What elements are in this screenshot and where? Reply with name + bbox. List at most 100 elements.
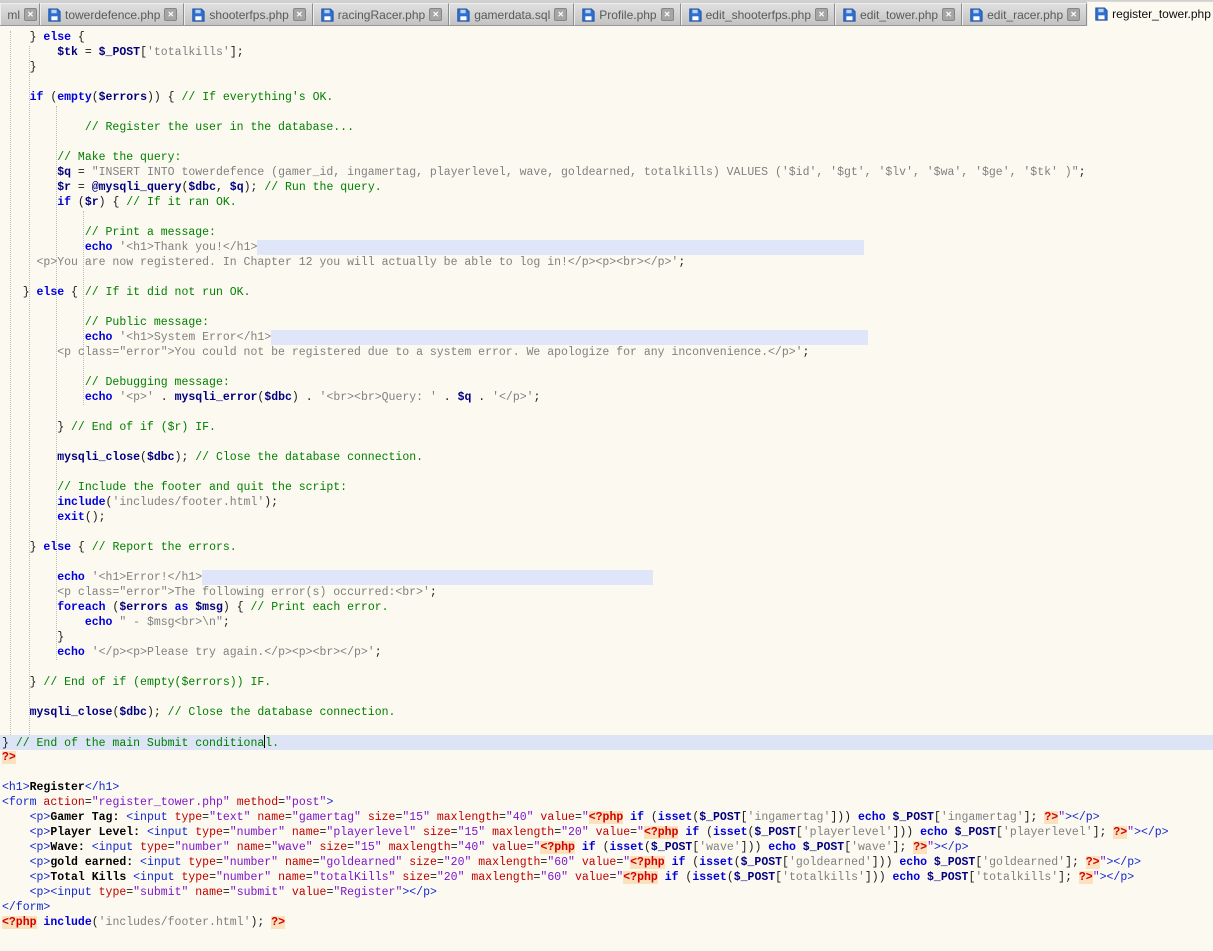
code-line[interactable]: <h1>Register</h1> [2,780,1213,795]
code-token: = [630,826,638,839]
code-line[interactable]: mysqli_close($dbc); // Close the databas… [2,450,1213,465]
tab-shooterfps-php[interactable]: shooterfps.php ✕ [184,3,313,25]
code-line[interactable] [2,300,1213,315]
code-line[interactable]: } // End of if (empty($errors)) IF. [2,675,1213,690]
tab-profile-php[interactable]: Profile.php ✕ [574,3,681,25]
code-line[interactable]: include('includes/footer.html'); [2,495,1213,510]
code-line[interactable]: </form> [2,900,1213,915]
code-token: " [581,811,589,824]
eol-highlight [202,570,653,585]
code-token: "submit" [229,886,286,899]
code-line[interactable]: if ($r) { // If it ran OK. [2,195,1213,210]
code-line[interactable]: // Public message: [2,315,1213,330]
close-icon[interactable]: ✕ [942,8,956,21]
code-line[interactable]: } // End of the main Submit conditional. [0,735,1213,750]
code-line[interactable] [2,270,1213,285]
code-token: = [436,856,444,869]
code-line[interactable]: <p>You are now registered. In Chapter 12… [2,255,1213,270]
close-icon[interactable]: ✕ [1067,8,1081,21]
close-icon[interactable]: ✕ [292,8,306,21]
code-token: @mysqli_query [91,181,182,194]
code-line[interactable]: <p>Gamer Tag: <input type="text" name="g… [2,810,1213,825]
code-line[interactable]: } [2,60,1213,75]
tab-racingracer-php[interactable]: racingRacer.php ✕ [312,3,450,25]
code-line[interactable] [2,765,1213,780]
code-line[interactable]: // Debugging message: [2,375,1213,390]
code-line[interactable] [2,405,1213,420]
code-line[interactable] [2,210,1213,225]
code-line[interactable]: } else { // Report the errors. [2,540,1213,555]
code-editor[interactable]: } else { $tk = $_POST['totalkills']; } i… [0,26,1213,951]
tab-gamerdata-sql[interactable]: gamerdata.sql ✕ [449,3,575,25]
code-line[interactable] [2,555,1213,570]
code-line[interactable]: } // End of if ($r) IF. [2,420,1213,435]
code-line[interactable]: // Print a message: [2,225,1213,240]
close-icon[interactable]: ✕ [815,8,829,21]
code-line[interactable]: // Register the user in the database... [2,120,1213,135]
code-line[interactable]: $tk = $_POST['totalkills']; [2,45,1213,60]
code-line[interactable]: echo '<h1>Thank you!</h1> [2,240,864,255]
close-icon[interactable]: ✕ [429,8,443,21]
code-line[interactable]: $r = @mysqli_query($dbc, $q); // Run the… [2,180,1213,195]
code-token: } [2,421,72,434]
code-line[interactable] [2,105,1213,120]
code-line[interactable]: $q = "INSERT INTO towerdefence (gamer_id… [2,165,1213,180]
tab-edit-racer-php[interactable]: edit_racer.php ✕ [962,3,1088,25]
code-line[interactable]: <p class="error">The following error(s) … [2,585,1213,600]
code-line[interactable]: <p class="error">You could not be regist… [2,345,1213,360]
code-token: ( [43,91,58,104]
code-line[interactable]: <p>Total Kills <input type="number" name… [2,870,1213,885]
code-line[interactable]: echo '</p><p>Please try again.</p><p><br… [2,645,1213,660]
code-line[interactable]: <?php include('includes/footer.html'); ?… [2,915,1213,930]
tab-ml[interactable]: ml ✕ [0,3,40,25]
code-line[interactable] [2,75,1213,90]
close-icon[interactable]: ✕ [660,8,674,21]
code-line[interactable]: ?> [2,750,1213,765]
code-line[interactable]: } else { [2,30,1213,45]
code-line[interactable]: // Include the footer and quit the scrip… [2,480,1213,495]
tab-towerdefence-php[interactable]: towerdefence.php ✕ [40,3,185,25]
code-line[interactable]: // Make the query: [2,150,1213,165]
code-token: ])) [740,841,769,854]
code-line[interactable] [2,525,1213,540]
code-line[interactable]: mysqli_close($dbc); // Close the databas… [2,705,1213,720]
code-line[interactable]: <p>Player Level: <input type="number" na… [2,825,1213,840]
code-token: // If it did not run OK. [84,286,251,299]
code-line[interactable] [2,135,1213,150]
code-line[interactable]: } else { // If it did not run OK. [2,285,1213,300]
code-line[interactable]: echo '<h1>System Error</h1> [2,330,868,345]
code-line[interactable]: if (empty($errors)) { // If everything's… [2,90,1213,105]
code-line[interactable]: exit(); [2,510,1213,525]
code-line[interactable]: <p>gold earned: <input type="number" nam… [2,855,1213,870]
code-line[interactable] [2,660,1213,675]
code-line[interactable] [2,720,1213,735]
code-line[interactable]: <p>Wave: <input type="number" name="wave… [2,840,1213,855]
code-line[interactable]: <form action="register_tower.php" method… [2,795,1213,810]
code-line[interactable]: } [2,630,1213,645]
code-line[interactable]: echo '<p>' . mysqli_error($dbc) . '<br><… [2,390,1213,405]
code-line[interactable]: echo '<h1>Error!</h1> [2,570,653,585]
code-token: "text" [209,811,251,824]
code-line[interactable] [2,435,1213,450]
code-line[interactable]: foreach ($errors as $msg) { // Print eac… [2,600,1213,615]
tab-edit-shooterfps-php[interactable]: edit_shooterfps.php ✕ [680,3,836,25]
code-line[interactable] [2,465,1213,480]
code-token: $r [57,181,72,194]
code-token: value [581,856,617,869]
code-token: 'totalkills' [782,871,865,884]
close-icon[interactable]: ✕ [554,8,568,21]
code-token: " - $msg<br>\n" [119,616,223,629]
tab-register-tower-php[interactable]: register_tower.php✕ [1087,1,1213,26]
code-line[interactable]: echo " - $msg<br>\n"; [2,615,1213,630]
close-icon[interactable]: ✕ [24,8,37,21]
close-icon[interactable]: ✕ [164,8,178,21]
code-token: 'ingamertag' [940,811,1024,824]
code-line[interactable] [2,690,1213,705]
code-line[interactable]: <p><input type="submit" name="submit" va… [2,885,1213,900]
tab-edit-tower-php[interactable]: edit_tower.php ✕ [835,3,963,25]
code-line[interactable] [2,360,1213,375]
